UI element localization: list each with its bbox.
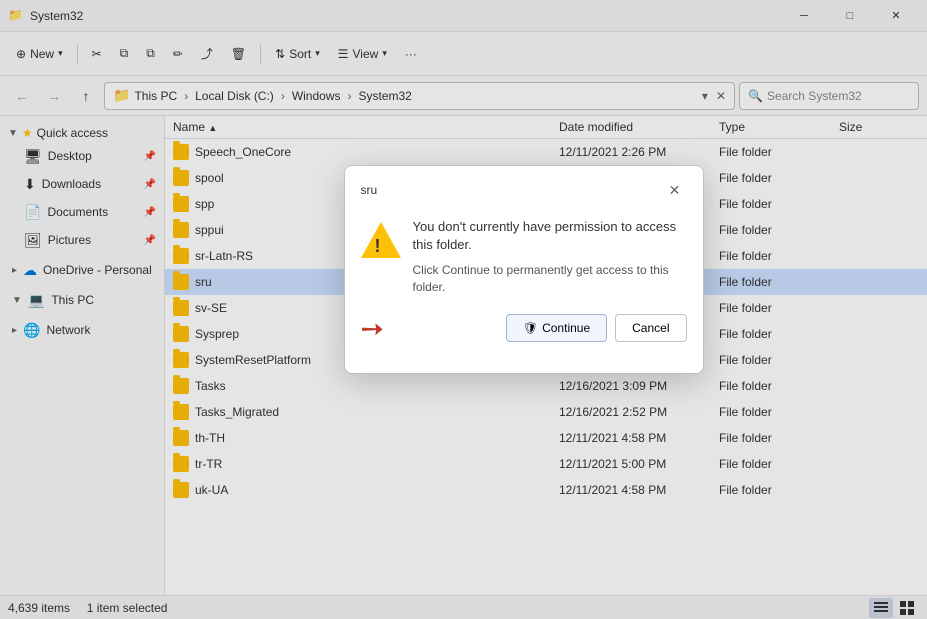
dialog-close-button[interactable]: ✕ xyxy=(663,178,687,202)
permission-dialog: sru ✕ You don't currently have permissio… xyxy=(344,165,704,374)
dialog-overlay: sru ✕ You don't currently have permissio… xyxy=(0,0,927,619)
continue-button[interactable]: 🛡 Continue xyxy=(506,314,607,342)
warning-triangle xyxy=(361,222,401,258)
dialog-content: You don't currently have permission to a… xyxy=(361,218,687,296)
dialog-main-text: You don't currently have permission to a… xyxy=(413,218,687,254)
dialog-text-area: You don't currently have permission to a… xyxy=(413,218,687,296)
warning-icon xyxy=(361,222,401,262)
dialog-buttons: 🛡 Continue Cancel xyxy=(396,314,687,342)
dialog-title: sru xyxy=(361,183,378,197)
shield-icon: 🛡 xyxy=(523,321,538,335)
dialog-title-bar: sru ✕ xyxy=(345,166,703,210)
dialog-body: You don't currently have permission to a… xyxy=(345,210,703,373)
dialog-sub-text: Click Continue to permanently get access… xyxy=(413,262,687,296)
cancel-label: Cancel xyxy=(632,321,669,335)
continue-label: Continue xyxy=(542,321,590,335)
dialog-arrow-icon: ➙ xyxy=(361,312,384,345)
cancel-button[interactable]: Cancel xyxy=(615,314,686,342)
dialog-arrow-area: ➙ 🛡 Continue Cancel xyxy=(361,308,687,357)
